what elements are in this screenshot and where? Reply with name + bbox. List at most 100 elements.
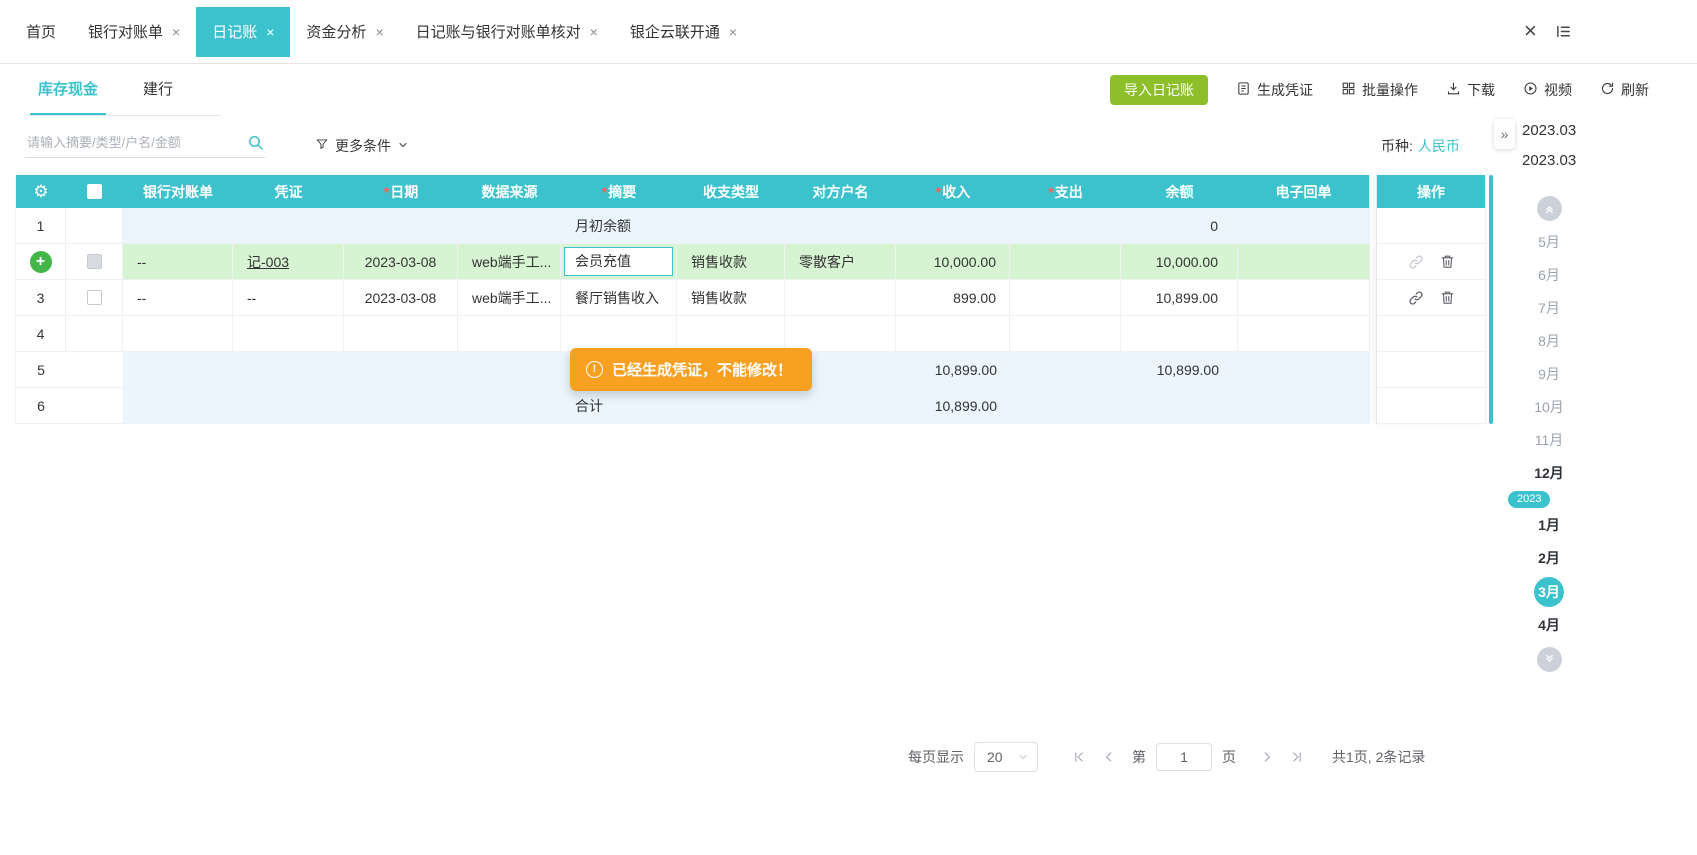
col-header-voucher: 凭证 <box>274 183 303 200</box>
link-icon[interactable] <box>1408 290 1424 306</box>
close-all-tabs-icon[interactable]: × <box>1524 18 1537 44</box>
voucher-link[interactable]: 记-003 <box>247 252 289 272</box>
col-header-date: * 日期 <box>383 183 419 200</box>
table-row-grand-total: 6 合计 10,899.00 <box>16 388 1369 424</box>
import-journal-button[interactable]: 导入日记账 <box>1110 75 1208 105</box>
month-item[interactable]: 4月 <box>1538 609 1560 642</box>
tab-close-icon[interactable]: × <box>729 25 737 39</box>
tab-list-icon[interactable] <box>1555 23 1572 45</box>
cell-balance: 10,899.00 <box>1121 280 1238 316</box>
filter-row: 更多条件 币种: 人民币 <box>0 116 1697 175</box>
cell-source: web端手工... <box>458 280 561 316</box>
play-circle-icon <box>1523 81 1538 99</box>
subtab-ccb-bank[interactable]: 建行 <box>143 64 173 116</box>
table-row[interactable]: 4 <box>16 316 1369 352</box>
table-row[interactable]: 3 -- -- 2023-03-08 web端手工... 餐厅销售收入 销售收款… <box>16 280 1369 316</box>
cell-summary: 合计 <box>561 388 677 424</box>
refresh-button[interactable]: 刷新 <box>1600 80 1649 100</box>
date-range-start[interactable]: 2023.03 <box>1522 116 1697 146</box>
tab-bank-statement[interactable]: 银行对账单 × <box>72 7 196 57</box>
tab-journal[interactable]: 日记账 × <box>196 6 291 57</box>
selected-summary-cell[interactable]: 会员充值 <box>564 247 673 276</box>
col-header-income: * 收入 <box>935 183 971 200</box>
scroll-months-down-icon[interactable] <box>1536 647 1562 672</box>
currency-selector: 币种: 人民币 <box>1381 116 1460 175</box>
tab-close-icon[interactable]: × <box>172 25 180 39</box>
gear-icon[interactable]: ⚙ <box>33 182 48 202</box>
search-icon[interactable] <box>247 134 265 152</box>
cell-category: 销售收款 <box>677 244 785 280</box>
month-item[interactable]: 2月 <box>1538 542 1560 575</box>
operation-column: 操作 <box>1376 175 1486 424</box>
tab-close-icon[interactable]: × <box>590 25 598 39</box>
month-item[interactable]: 11月 <box>1535 424 1564 457</box>
toast-message: 已经生成凭证，不能修改！ <box>612 362 793 379</box>
table-row-selected[interactable]: + -- 记-003 2023-03-08 web端手工... 会员充值 销售收… <box>16 244 1369 280</box>
tab-bank-cloud-connect[interactable]: 银企云联开通 × <box>614 7 753 57</box>
trash-icon[interactable] <box>1440 254 1455 269</box>
add-row-button[interactable]: + <box>29 250 52 273</box>
next-page-button[interactable] <box>1260 750 1274 764</box>
button-label: 更多条件 <box>335 137 391 154</box>
year-badge: 2023 <box>1508 491 1551 508</box>
scroll-months-up-icon[interactable] <box>1536 196 1562 221</box>
select-all-checkbox[interactable] <box>87 184 102 199</box>
cell-summary: 月初余额 <box>561 208 677 244</box>
table-scrollbar[interactable] <box>1489 175 1493 424</box>
grid-icon <box>1341 81 1356 99</box>
page-number-input[interactable] <box>1156 743 1212 771</box>
table-header-row: ⚙ 银行对账单 凭证 * 日期 数据来源 * 摘要 收支类型 对方户名 * 收入 * 支… <box>16 175 1369 208</box>
video-button[interactable]: 视频 <box>1523 80 1572 100</box>
month-item[interactable]: 7月 <box>1538 292 1560 325</box>
month-item-active[interactable]: 3月 <box>1534 577 1564 607</box>
month-item[interactable]: 6月 <box>1538 259 1560 292</box>
first-page-button[interactable] <box>1072 750 1086 764</box>
table-row[interactable]: 1 月初余额 0 <box>16 208 1369 244</box>
month-item[interactable]: 10月 <box>1534 391 1564 424</box>
tab-close-icon[interactable]: × <box>375 25 383 39</box>
batch-operation-button[interactable]: 批量操作 <box>1341 80 1418 100</box>
link-icon[interactable] <box>1408 254 1424 270</box>
download-button[interactable]: 下载 <box>1446 80 1495 100</box>
tab-label: 日记账与银行对账单核对 <box>415 24 581 41</box>
generate-voucher-button[interactable]: 生成凭证 <box>1236 80 1313 100</box>
refresh-icon <box>1600 81 1615 99</box>
row-checkbox[interactable] <box>86 254 102 269</box>
last-page-button[interactable] <box>1290 750 1304 764</box>
currency-label: 币种: <box>1381 137 1413 154</box>
tab-journal-bank-reconcile[interactable]: 日记账与银行对账单核对 × <box>400 7 614 57</box>
per-page-value: 20 <box>987 749 1003 765</box>
download-icon <box>1446 81 1461 99</box>
date-panel: 2023.03 2023.03 <box>1522 116 1697 176</box>
month-item[interactable]: 5月 <box>1538 226 1560 259</box>
row-index: 1 <box>16 208 66 244</box>
month-item[interactable]: 12月 <box>1534 457 1564 490</box>
tab-label: 资金分析 <box>306 24 367 41</box>
cell-bank-statement: -- <box>123 244 233 280</box>
tab-close-icon[interactable]: × <box>266 25 274 39</box>
cell-income: 10,899.00 <box>896 352 1010 388</box>
page-prefix-label: 第 <box>1132 749 1146 765</box>
tab-label: 首页 <box>26 24 57 41</box>
trash-icon[interactable] <box>1440 290 1455 305</box>
subtab-cash-on-hand[interactable]: 库存现金 <box>29 64 107 116</box>
account-toolbar-row: 库存现金 建行 导入日记账 生成凭证 批量操作 下载 视频 刷新 <box>0 64 1697 116</box>
cell-date: 2023-03-08 <box>344 244 458 280</box>
month-item[interactable]: 9月 <box>1538 358 1560 391</box>
per-page-select[interactable]: 20 <box>974 742 1038 772</box>
prev-page-button[interactable] <box>1102 750 1116 764</box>
more-conditions-button[interactable]: 更多条件 <box>315 136 409 156</box>
col-header-summary: * 摘要 <box>601 183 637 200</box>
search-input[interactable] <box>25 134 247 151</box>
date-range-end[interactable]: 2023.03 <box>1522 146 1697 176</box>
collapse-panel-handle[interactable]: » <box>1494 119 1515 149</box>
cell-date: 2023-03-08 <box>344 280 458 316</box>
col-header-bank-statement: 银行对账单 <box>143 183 213 200</box>
cell-balance: 10,000.00 <box>1121 244 1238 280</box>
month-item[interactable]: 1月 <box>1538 509 1560 542</box>
tab-home[interactable]: 首页 <box>10 7 72 57</box>
tab-fund-analysis[interactable]: 资金分析 × <box>290 7 399 57</box>
row-checkbox[interactable] <box>86 290 102 305</box>
month-item[interactable]: 8月 <box>1538 325 1560 358</box>
currency-value-link[interactable]: 人民币 <box>1418 136 1460 156</box>
